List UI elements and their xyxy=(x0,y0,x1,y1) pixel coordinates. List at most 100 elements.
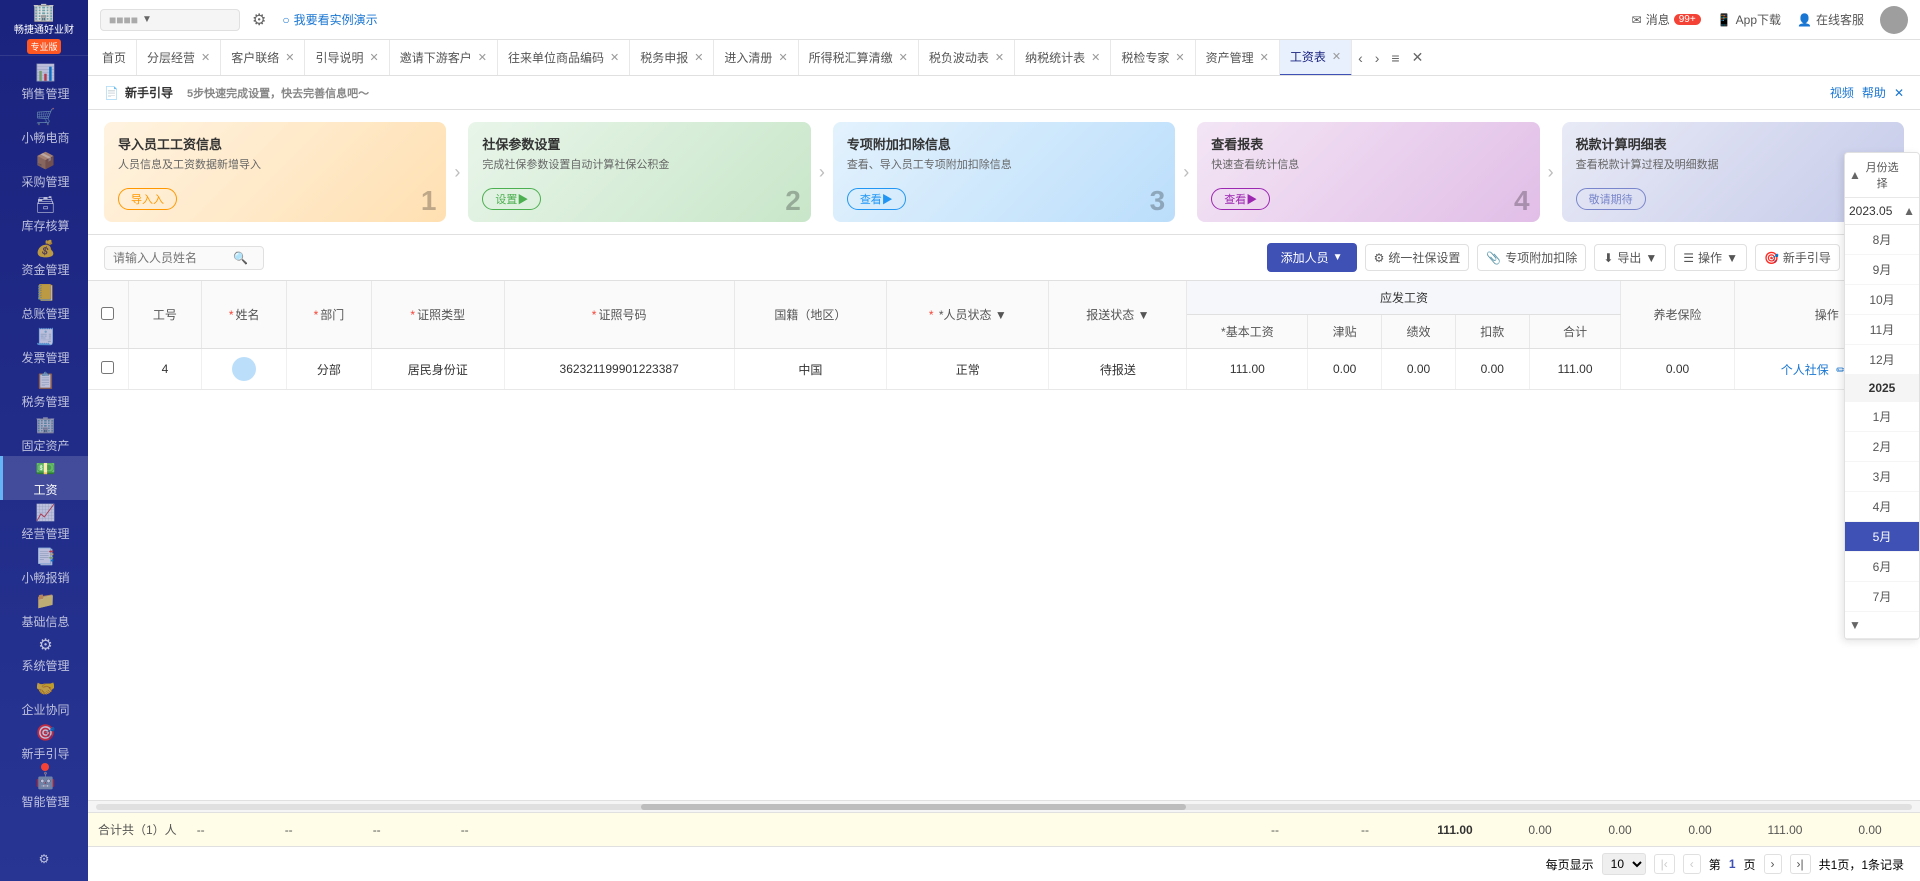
month-picker-year-up[interactable]: ▲ xyxy=(1903,204,1915,218)
tab-close-all[interactable]: ✕ xyxy=(1406,49,1430,66)
sidebar-item-operations[interactable]: 📈 经营管理 xyxy=(0,500,88,544)
tab-incometax[interactable]: 所得税汇算清缴 ✕ xyxy=(799,40,919,76)
month-2[interactable]: 2月 xyxy=(1845,432,1919,462)
sidebar-item-marketing[interactable]: 📑 小畅报销 xyxy=(0,544,88,588)
row-checkbox[interactable] xyxy=(101,361,114,374)
tab-nav-next[interactable]: › xyxy=(1369,50,1386,66)
export-btn[interactable]: ⬇ 导出 ▼ xyxy=(1594,244,1666,271)
newguide-btn[interactable]: 🎯 新手引导 xyxy=(1755,244,1840,271)
sidebar-item-purchase[interactable]: 📦 采购管理 xyxy=(0,148,88,192)
tab-guide-close[interactable]: ✕ xyxy=(370,51,379,64)
last-page-btn[interactable]: ›| xyxy=(1790,854,1811,874)
tab-incometax-close[interactable]: ✕ xyxy=(899,51,908,64)
month-12[interactable]: 12月 xyxy=(1845,345,1919,375)
demo-link[interactable]: ○ 我要看实例演示 xyxy=(282,11,377,28)
extra-deduction-btn[interactable]: 📎 专项附加扣除 xyxy=(1477,244,1586,271)
tab-exemption[interactable]: 税负波动表 ✕ xyxy=(919,40,1015,76)
app-center-btn[interactable]: ⚙ xyxy=(0,837,88,881)
month-1[interactable]: 1月 xyxy=(1845,402,1919,432)
tab-salary-close[interactable]: ✕ xyxy=(1332,50,1341,63)
sidebar-item-ecommerce[interactable]: 🛒 小畅电商 xyxy=(0,104,88,148)
month-picker-year-down[interactable]: ▼ xyxy=(1849,618,1861,632)
sidebar-item-invoice[interactable]: 🧾 发票管理 xyxy=(0,324,88,368)
first-page-btn[interactable]: |‹ xyxy=(1654,854,1675,874)
tab-goods-close[interactable]: ✕ xyxy=(610,51,619,64)
avatar[interactable] xyxy=(1880,6,1908,34)
step-1-desc: 人员信息及工资数据新增导入 xyxy=(118,157,432,180)
sidebar-item-smart[interactable]: 🤖 智能管理 xyxy=(0,764,88,808)
tab-guide[interactable]: 引导说明 ✕ xyxy=(305,40,389,76)
app-download-btn[interactable]: 📱 App下载 xyxy=(1717,11,1781,28)
sidebar-item-collab[interactable]: 🤝 企业协同 xyxy=(0,676,88,720)
month-11[interactable]: 11月 xyxy=(1845,315,1919,345)
sidebar-item-base[interactable]: 📁 基础信息 xyxy=(0,588,88,632)
step-4-btn[interactable]: 查看▶ xyxy=(1211,188,1270,210)
prev-page-btn[interactable]: ‹ xyxy=(1683,854,1701,874)
tab-taxreport[interactable]: 税务申报 ✕ xyxy=(630,40,714,76)
search-icon[interactable]: 🔍 xyxy=(233,251,248,265)
tab-invite[interactable]: 邀请下游客户 ✕ xyxy=(390,40,498,76)
guide-close-icon[interactable]: ✕ xyxy=(1894,86,1904,100)
select-all-checkbox[interactable] xyxy=(101,307,114,320)
month-6[interactable]: 6月 xyxy=(1845,552,1919,582)
status-filter-icon[interactable]: ▼ xyxy=(995,308,1007,322)
online-service-btn[interactable]: 👤 在线客服 xyxy=(1797,11,1864,28)
tab-clearbook[interactable]: 进入清册 ✕ xyxy=(714,40,798,76)
tab-branch-close[interactable]: ✕ xyxy=(201,51,210,64)
tab-expert-close[interactable]: ✕ xyxy=(1175,51,1184,64)
message-btn[interactable]: ✉ 消息 99+ xyxy=(1632,11,1701,28)
sidebar-item-salary[interactable]: 💵 工资 xyxy=(0,456,88,500)
sidebar-item-assets[interactable]: 🏢 固定资产 xyxy=(0,412,88,456)
tab-invite-close[interactable]: ✕ xyxy=(478,51,487,64)
month-8[interactable]: 8月 xyxy=(1845,225,1919,255)
sidebar-item-tax[interactable]: 📋 税务管理 xyxy=(0,368,88,412)
tab-taxstat-close[interactable]: ✕ xyxy=(1091,51,1100,64)
next-page-btn[interactable]: › xyxy=(1764,854,1782,874)
tab-taxstat[interactable]: 纳税统计表 ✕ xyxy=(1015,40,1111,76)
tab-branch[interactable]: 分层经营 ✕ xyxy=(137,40,221,76)
tab-taxreport-close[interactable]: ✕ xyxy=(694,51,703,64)
report-filter-icon[interactable]: ▼ xyxy=(1138,308,1150,322)
sidebar-item-system[interactable]: ⚙ 系统管理 xyxy=(0,632,88,676)
settings-icon[interactable]: ⚙ xyxy=(248,6,270,34)
month-9[interactable]: 9月 xyxy=(1845,255,1919,285)
company-selector[interactable]: ■■■■ ▼ xyxy=(100,9,240,31)
tab-home[interactable]: 首页 xyxy=(92,40,137,76)
sidebar-item-sales[interactable]: 📊 销售管理 xyxy=(0,60,88,104)
tab-nav-prev[interactable]: ‹ xyxy=(1352,50,1369,66)
video-link[interactable]: 视频 xyxy=(1830,84,1854,101)
sidebar-item-capital[interactable]: 💰 资金管理 xyxy=(0,236,88,280)
sidebar-item-inventory[interactable]: 🗃 库存核算 xyxy=(0,192,88,236)
scroll-thumb[interactable] xyxy=(641,804,1186,810)
tab-goods[interactable]: 往来单位商品编码 ✕ xyxy=(498,40,630,76)
page-size-select[interactable]: 10 20 50 xyxy=(1602,853,1646,875)
month-5[interactable]: 5月 xyxy=(1845,522,1919,552)
tab-exemption-close[interactable]: ✕ xyxy=(995,51,1004,64)
operation-btn[interactable]: ☰ 操作 ▼ xyxy=(1674,244,1747,271)
help-link[interactable]: 帮助 xyxy=(1862,84,1886,101)
tab-assetmgr-close[interactable]: ✕ xyxy=(1260,51,1269,64)
month-3[interactable]: 3月 xyxy=(1845,462,1919,492)
month-7[interactable]: 7月 xyxy=(1845,582,1919,612)
tab-customer[interactable]: 客户联络 ✕ xyxy=(221,40,305,76)
sidebar-item-ledger[interactable]: 📒 总账管理 xyxy=(0,280,88,324)
tab-customer-close[interactable]: ✕ xyxy=(285,51,294,64)
month-10[interactable]: 10月 xyxy=(1845,285,1919,315)
social-settings-btn[interactable]: ⚙ 统一社保设置 xyxy=(1365,244,1470,271)
sidebar-item-newguide[interactable]: 🎯 新手引导 xyxy=(0,720,88,764)
month-picker-up[interactable]: ▲ xyxy=(1849,168,1861,182)
search-input[interactable] xyxy=(113,251,233,265)
step-3-btn[interactable]: 查看▶ xyxy=(847,188,906,210)
step-2-btn[interactable]: 设置▶ xyxy=(482,188,541,210)
tab-nav-menu[interactable]: ≡ xyxy=(1385,50,1405,66)
th-idtype: 证照类型 xyxy=(371,281,504,349)
step-5-btn[interactable]: 敬请期待 xyxy=(1576,188,1646,210)
tab-salary[interactable]: 工资表 ✕ xyxy=(1280,40,1352,76)
tab-expert[interactable]: 税检专家 ✕ xyxy=(1111,40,1195,76)
add-person-button[interactable]: 添加人员 ▼ xyxy=(1267,243,1357,272)
action-social-insurance[interactable]: 个人社保 xyxy=(1781,363,1829,377)
tab-clearbook-close[interactable]: ✕ xyxy=(778,51,787,64)
month-4[interactable]: 4月 xyxy=(1845,492,1919,522)
tab-assetmgr[interactable]: 资产管理 ✕ xyxy=(1196,40,1280,76)
step-1-btn[interactable]: 导入入 xyxy=(118,188,177,210)
